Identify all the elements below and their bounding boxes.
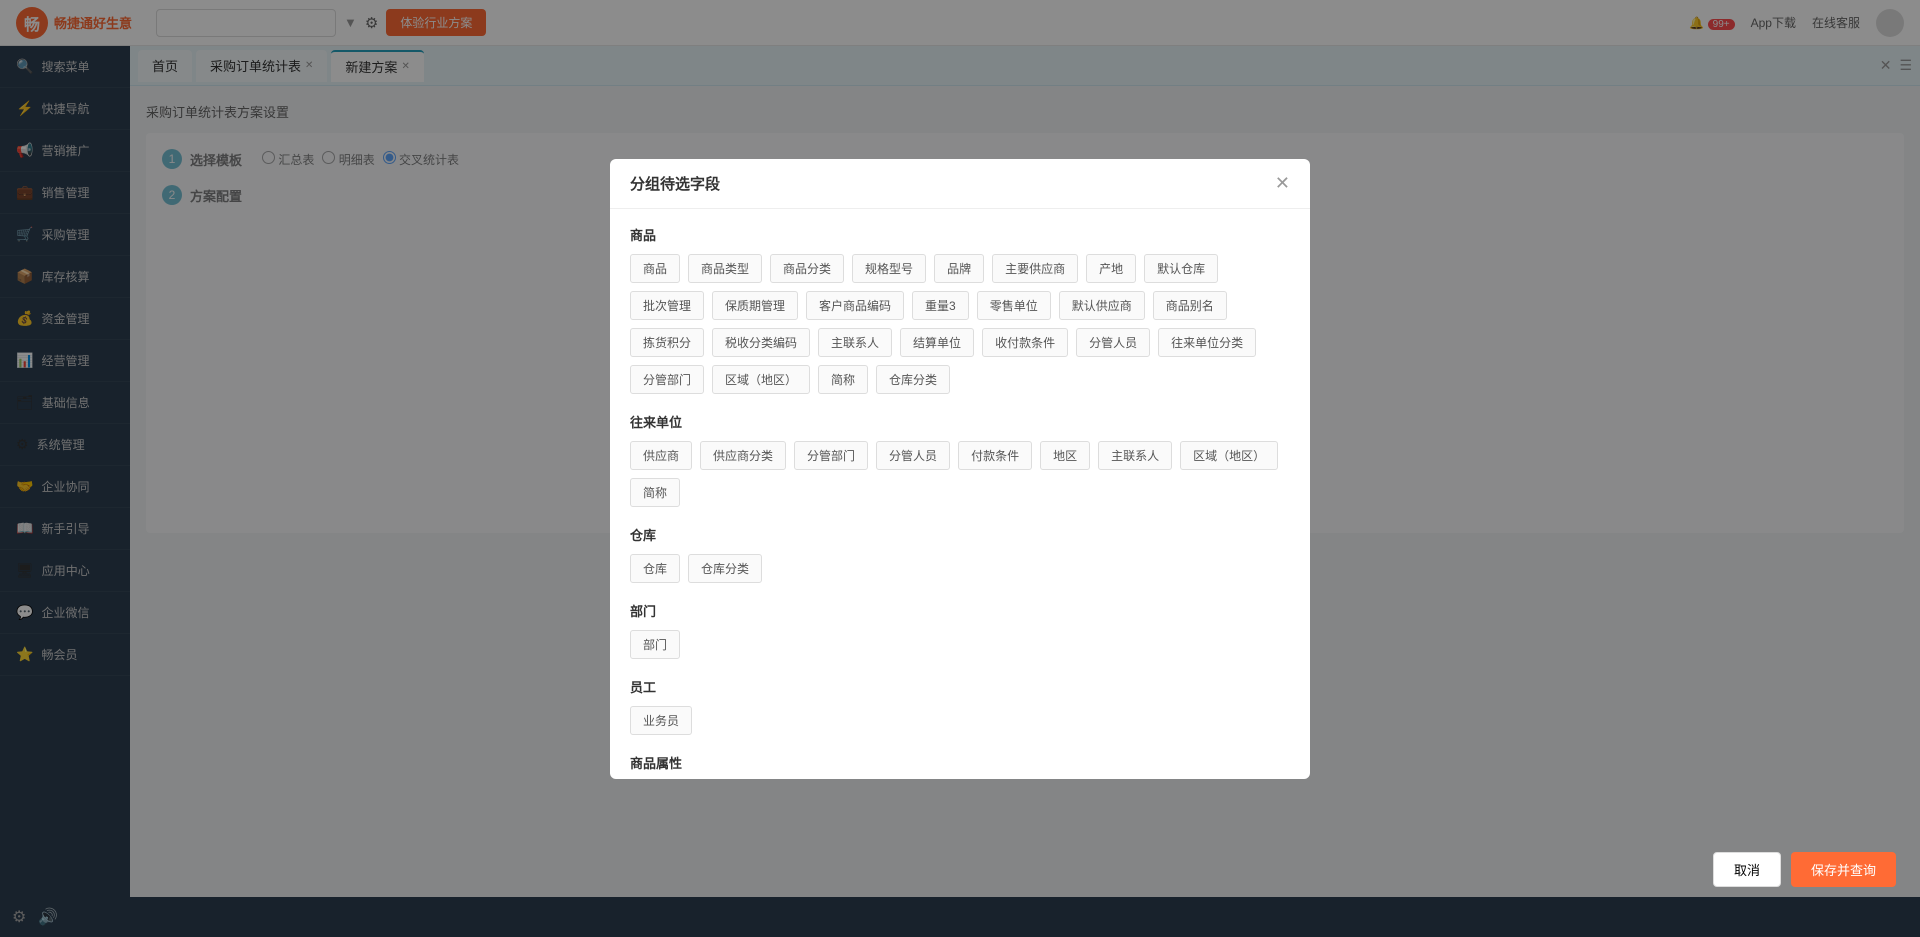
field-tag-product-2[interactable]: 商品分类 xyxy=(770,254,844,283)
field-tag-product-8[interactable]: 批次管理 xyxy=(630,291,704,320)
section-partner: 往来单位供应商供应商分类分管部门分管人员付款条件地区主联系人区域（地区） 简称 xyxy=(630,412,1290,507)
field-tag-product-17[interactable]: 主联系人 xyxy=(818,328,892,357)
field-tag-partner-5[interactable]: 地区 xyxy=(1040,441,1090,470)
field-tag-product-20[interactable]: 分管人员 xyxy=(1076,328,1150,357)
section-title-partner: 往来单位 xyxy=(630,412,1290,431)
section-title-employee: 员工 xyxy=(630,677,1290,696)
cancel-button[interactable]: 取消 xyxy=(1713,852,1781,887)
section-title-department: 部门 xyxy=(630,601,1290,620)
modal-dialog: 分组待选字段 ✕ 商品商品商品类型商品分类规格型号品牌主要供应商产地默认仓库批次… xyxy=(610,159,1310,779)
modal-body: 商品商品商品类型商品分类规格型号品牌主要供应商产地默认仓库批次管理保质期管理客户… xyxy=(610,209,1310,779)
section-title-product_attr: 商品属性 xyxy=(630,753,1290,772)
field-tag-product-16[interactable]: 税收分类编码 xyxy=(712,328,810,357)
section-title-warehouse: 仓库 xyxy=(630,525,1290,544)
save-button[interactable]: 保存并查询 xyxy=(1791,852,1896,887)
modal-title: 分组待选字段 xyxy=(630,173,720,194)
section-employee: 员工业务员 xyxy=(630,677,1290,735)
field-tag-product-11[interactable]: 重量3 xyxy=(912,291,969,320)
field-tag-product-14[interactable]: 商品别名 xyxy=(1153,291,1227,320)
field-tag-partner-0[interactable]: 供应商 xyxy=(630,441,692,470)
modal-overlay: 分组待选字段 ✕ 商品商品商品类型商品分类规格型号品牌主要供应商产地默认仓库批次… xyxy=(0,0,1920,937)
field-tag-product-10[interactable]: 客户商品编码 xyxy=(806,291,904,320)
field-tag-product-13[interactable]: 默认供应商 xyxy=(1059,291,1145,320)
field-tag-product-18[interactable]: 结算单位 xyxy=(900,328,974,357)
field-tag-product-25[interactable]: 仓库分类 xyxy=(876,365,950,394)
section-title-product: 商品 xyxy=(630,225,1290,244)
field-tag-product-19[interactable]: 收付款条件 xyxy=(982,328,1068,357)
field-tag-partner-2[interactable]: 分管部门 xyxy=(794,441,868,470)
field-tag-partner-3[interactable]: 分管人员 xyxy=(876,441,950,470)
field-tag-product-4[interactable]: 品牌 xyxy=(934,254,984,283)
field-tag-product-7[interactable]: 默认仓库 xyxy=(1144,254,1218,283)
field-tag-product-9[interactable]: 保质期管理 xyxy=(712,291,798,320)
field-tag-partner-8[interactable]: 简称 xyxy=(630,478,680,507)
field-tag-product-12[interactable]: 零售单位 xyxy=(977,291,1051,320)
field-tag-partner-6[interactable]: 主联系人 xyxy=(1098,441,1172,470)
section-warehouse: 仓库仓库仓库分类 xyxy=(630,525,1290,583)
field-tag-department-0[interactable]: 部门 xyxy=(630,630,680,659)
field-tag-product-23[interactable]: 区域（地区） xyxy=(712,365,810,394)
field-tag-product-21[interactable]: 往来单位分类 xyxy=(1158,328,1256,357)
section-product: 商品商品商品类型商品分类规格型号品牌主要供应商产地默认仓库批次管理保质期管理客户… xyxy=(630,225,1290,394)
field-tags-warehouse: 仓库仓库分类 xyxy=(630,554,1290,583)
field-tag-partner-7[interactable]: 区域（地区） xyxy=(1180,441,1278,470)
field-tags-product: 商品商品类型商品分类规格型号品牌主要供应商产地默认仓库批次管理保质期管理客户商品… xyxy=(630,254,1290,394)
field-tag-product-6[interactable]: 产地 xyxy=(1086,254,1136,283)
footer-buttons: 取消 保存并查询 xyxy=(1713,852,1896,887)
field-tags-department: 部门 xyxy=(630,630,1290,659)
modal-header: 分组待选字段 ✕ xyxy=(610,159,1310,209)
field-tag-product-5[interactable]: 主要供应商 xyxy=(992,254,1078,283)
field-tags-partner: 供应商供应商分类分管部门分管人员付款条件地区主联系人区域（地区） 简称 xyxy=(630,441,1290,507)
field-tag-product-24[interactable]: 简称 xyxy=(818,365,868,394)
field-tag-product-15[interactable]: 拣货积分 xyxy=(630,328,704,357)
section-product_attr: 商品属性属性颜色多规格尺码鞋码1 xyxy=(630,753,1290,779)
section-department: 部门部门 xyxy=(630,601,1290,659)
field-tag-product-22[interactable]: 分管部门 xyxy=(630,365,704,394)
field-tag-warehouse-0[interactable]: 仓库 xyxy=(630,554,680,583)
modal-close-btn[interactable]: ✕ xyxy=(1275,173,1290,194)
field-tag-partner-4[interactable]: 付款条件 xyxy=(958,441,1032,470)
field-tag-employee-0[interactable]: 业务员 xyxy=(630,706,692,735)
field-tag-product-1[interactable]: 商品类型 xyxy=(688,254,762,283)
field-tag-partner-1[interactable]: 供应商分类 xyxy=(700,441,786,470)
field-tag-product-0[interactable]: 商品 xyxy=(630,254,680,283)
field-tag-warehouse-1[interactable]: 仓库分类 xyxy=(688,554,762,583)
field-tag-product-3[interactable]: 规格型号 xyxy=(852,254,926,283)
field-tags-employee: 业务员 xyxy=(630,706,1290,735)
